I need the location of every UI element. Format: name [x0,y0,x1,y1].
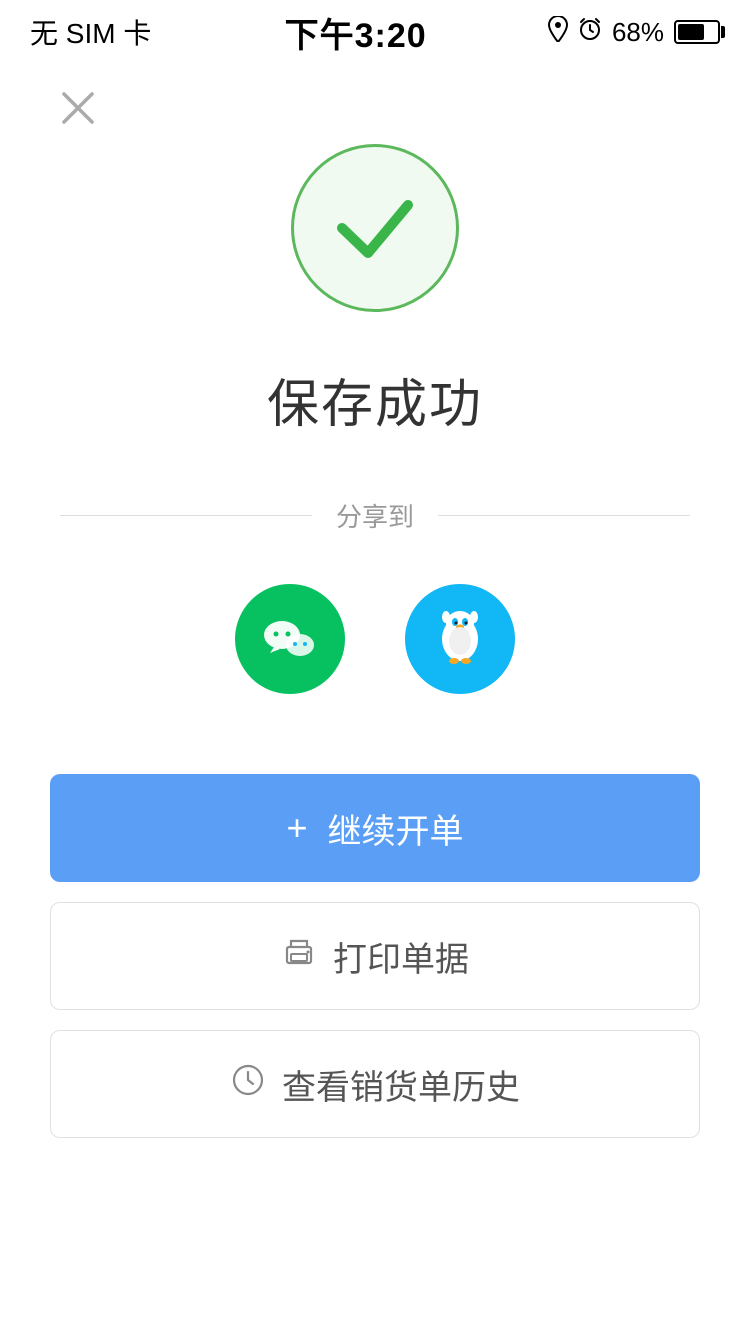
carrier-text: 无 SIM 卡 [30,12,151,52]
print-label: 打印单据 [333,932,469,981]
view-history-button[interactable]: 查看销货单历史 [50,1030,700,1138]
continue-order-button[interactable]: + 继续开单 [50,774,700,882]
status-left: 无 SIM 卡 [30,12,163,52]
share-icons-row [235,584,515,694]
print-receipt-button[interactable]: 打印单据 [50,902,700,1010]
status-right: 68% [548,16,720,49]
share-label: 分享到 [312,497,438,534]
printer-icon [281,934,317,979]
location-icon [548,16,568,49]
continue-order-label: 继续开单 [328,804,464,853]
main-content: 保存成功 分享到 [0,64,750,1138]
wechat-share-button[interactable] [235,584,345,694]
clock-icon [230,1062,266,1107]
plus-icon: + [286,807,307,849]
wechat-icon [256,605,324,673]
battery-fill [678,24,704,40]
status-bar: 无 SIM 卡 下午3:20 68% [0,0,750,64]
action-buttons: + 继续开单 打印单据 查看销货单历史 [0,774,750,1138]
qq-icon [431,607,489,671]
battery-icon [674,20,720,44]
battery-percentage: 68% [612,17,664,48]
alarm-icon [578,17,602,48]
qq-share-button[interactable] [405,584,515,694]
divider-left [60,515,312,516]
share-divider: 分享到 [0,497,750,534]
history-label: 查看销货单历史 [282,1060,520,1109]
status-time: 下午3:20 [285,8,427,57]
divider-right [438,515,690,516]
success-icon-circle [291,144,459,312]
close-button[interactable] [50,80,106,136]
checkmark-icon [330,183,420,273]
success-title: 保存成功 [267,362,483,437]
